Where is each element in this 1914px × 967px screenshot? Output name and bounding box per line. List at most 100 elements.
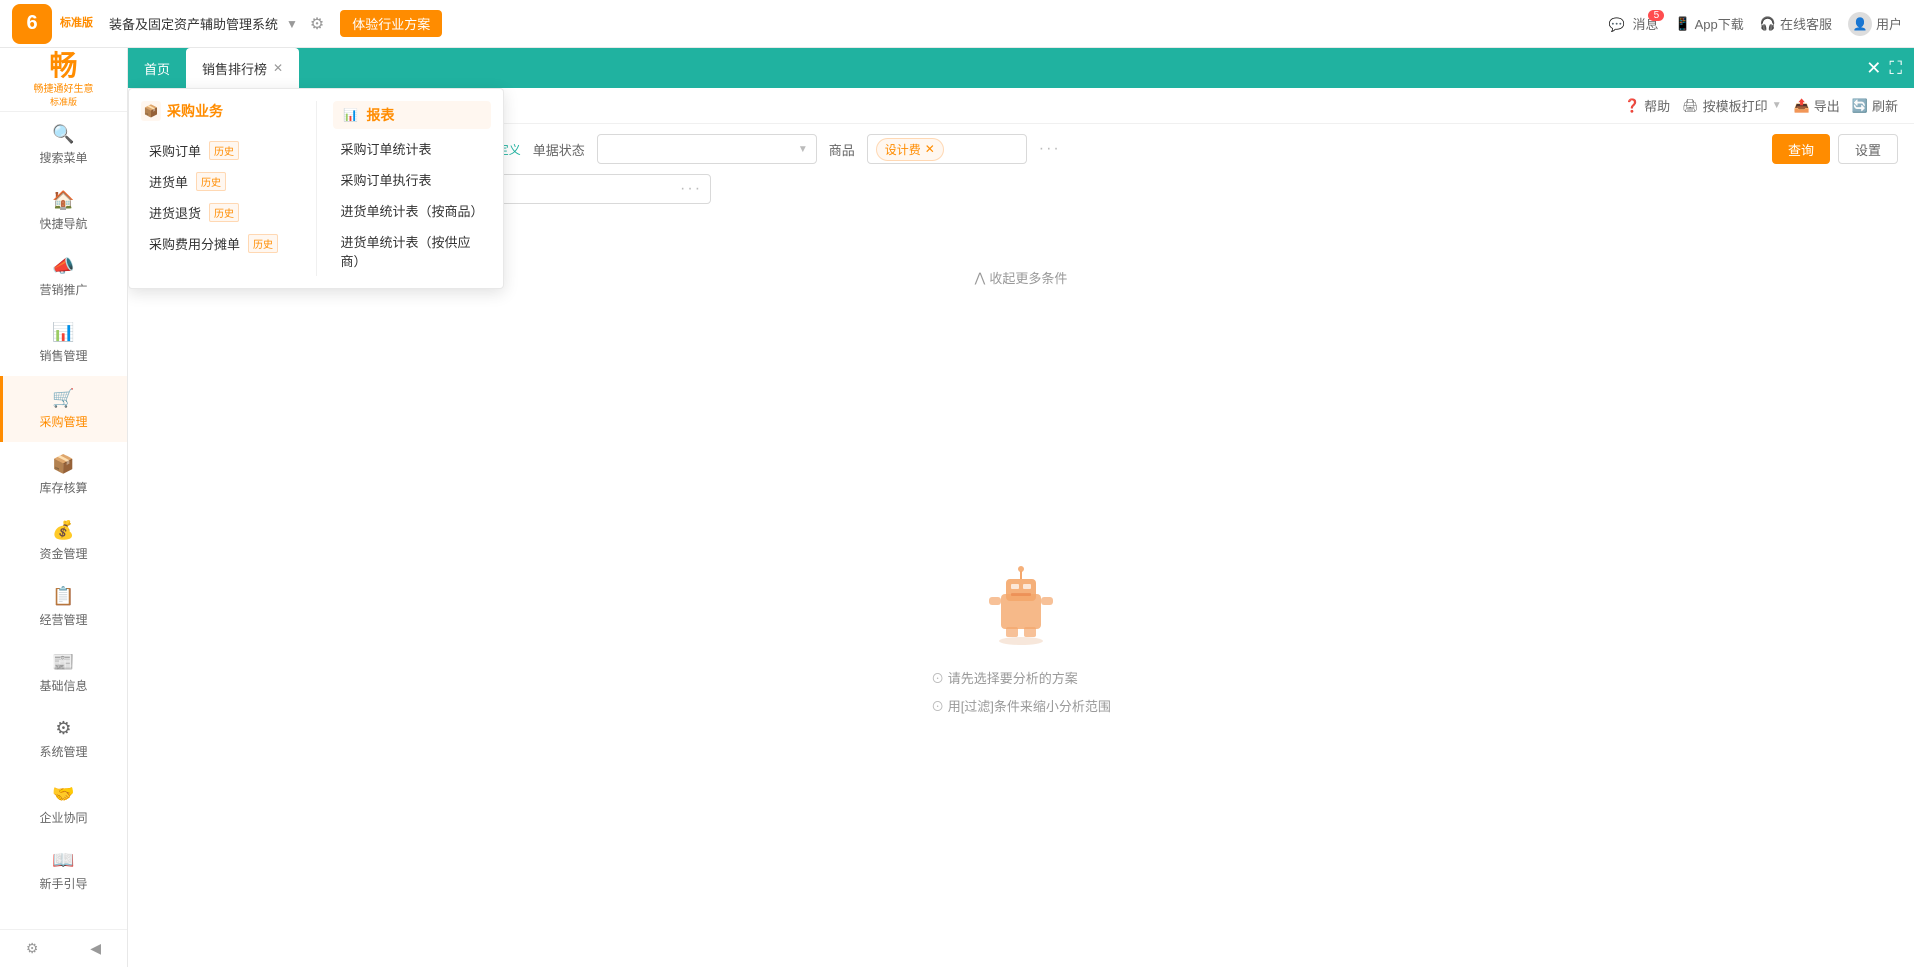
marketing-icon: 📣 — [52, 256, 74, 277]
empty-state: 请先选择要分析的方案 用[过滤]条件来缩小分析范围 — [128, 303, 1914, 967]
main-layout: 畅 畅捷通好生意 标准版 🔍 搜索菜单 🏠 快捷导航 📣 营销推广 📊 销售管理… — [0, 48, 1914, 967]
content-area: 首页 销售排行榜 ✕ ✕ ⛶ ❓ 帮助 🖨 按模板打印 ▼ — [128, 48, 1914, 967]
settings-icon[interactable]: ⚙ — [310, 14, 324, 34]
help-icon: ❓ — [1624, 98, 1640, 114]
sidebar-item-label: 搜索菜单 — [39, 149, 87, 166]
sidebar-collapse-btn[interactable]: ◀ — [90, 940, 101, 957]
sidebar-item-label: 经营管理 — [39, 611, 87, 628]
tab-bar: 首页 销售排行榜 ✕ ✕ ⛶ — [128, 48, 1914, 88]
tab-close-all-icon[interactable]: ✕ — [1866, 58, 1881, 79]
sidebar-item-finance[interactable]: 💰 资金管理 — [0, 508, 127, 574]
home-tab-label: 首页 — [144, 59, 170, 78]
sidebar-item-label: 企业协同 — [39, 809, 87, 826]
empty-illustration — [971, 549, 1071, 649]
search-icon: 🔍 — [52, 124, 74, 145]
purchase-expense-label: 采购费用分摊单 — [149, 234, 240, 253]
tab-sales-rank[interactable]: 销售排行榜 ✕ — [186, 48, 299, 88]
app-logo: 6 — [12, 4, 52, 44]
inventory-icon: 📦 — [52, 454, 74, 475]
dropdown-item-purchase-order[interactable]: 采购订单 历史 — [141, 135, 300, 166]
dropdown-item-stock-in[interactable]: 进货单 历史 — [141, 166, 300, 197]
bill-status-dropdown-icon[interactable]: ▼ — [798, 144, 808, 155]
history-badge-4: 历史 — [248, 234, 278, 253]
tab-close-icon[interactable]: ✕ — [273, 61, 283, 75]
sales-rank-tab-label: 销售排行榜 — [202, 59, 267, 78]
top-bar-left: 6 标准版 装备及固定资产辅助管理系统 ▼ ⚙ 体验行业方案 — [12, 4, 1609, 44]
sidebar-item-basic-info[interactable]: 📰 基础信息 — [0, 640, 127, 706]
history-badge-2: 历史 — [196, 172, 226, 191]
dropdown-item-purchase-expense[interactable]: 采购费用分摊单 历史 — [141, 228, 300, 259]
print-icon: 🖨 — [1682, 98, 1699, 114]
tab-maximize-icon[interactable]: ⛶ — [1889, 58, 1902, 79]
sidebar: 畅 畅捷通好生意 标准版 🔍 搜索菜单 🏠 快捷导航 📣 营销推广 📊 销售管理… — [0, 48, 128, 967]
dropdown-divider — [316, 101, 317, 276]
phone-icon: 📱 — [1674, 16, 1690, 32]
query-btn[interactable]: 查询 — [1772, 134, 1830, 164]
sidebar-settings-btn[interactable]: ⚙ — [26, 940, 39, 957]
export-btn[interactable]: 📤 导出 — [1794, 96, 1840, 115]
collapse-btn[interactable]: ⋀ 收起更多条件 — [975, 260, 1068, 295]
salesperson-more-btn[interactable]: ··· — [680, 180, 702, 198]
sidebar-item-sales[interactable]: 📊 销售管理 — [0, 310, 127, 376]
refresh-btn[interactable]: 🔄 刷新 — [1852, 96, 1898, 115]
goods-label: 商品 — [829, 140, 855, 159]
sidebar-item-purchase[interactable]: 🛒 采购管理 — [0, 376, 127, 442]
sidebar-item-system[interactable]: ⚙ 系统管理 — [0, 706, 127, 772]
system-icon: ⚙ — [55, 718, 71, 739]
top-bar-right: 💬 5 消息 📱 App下载 🎧 在线客服 👤 用户 — [1609, 12, 1902, 36]
dropdown-arrow-icon[interactable]: ▼ — [286, 17, 298, 31]
stock-in-label: 进货单 — [149, 172, 188, 191]
sidebar-logo: 畅 畅捷通好生意 标准版 — [0, 48, 127, 112]
sidebar-item-quick-nav[interactable]: 🏠 快捷导航 — [0, 178, 127, 244]
user-btn[interactable]: 👤 用户 — [1848, 12, 1902, 36]
purchase-col-title: 📦 采购业务 — [141, 101, 300, 127]
empty-hint-1: 请先选择要分析的方案 — [931, 665, 1111, 693]
sidebar-item-marketing[interactable]: 📣 营销推广 — [0, 244, 127, 310]
tab-home[interactable]: 首页 — [128, 48, 186, 88]
help-btn[interactable]: ❓ 帮助 — [1624, 96, 1670, 115]
setting-btn[interactable]: 设置 — [1838, 134, 1898, 164]
report-col-title: 📊 报表 — [333, 101, 492, 129]
message-icon: 💬 — [1609, 17, 1625, 32]
user-avatar: 👤 — [1848, 12, 1872, 36]
purchase-icon: 🛒 — [52, 388, 74, 409]
headset-icon: 🎧 — [1760, 16, 1776, 32]
dropdown-item-stock-in-stats-goods[interactable]: 进货单统计表（按商品） — [333, 195, 492, 226]
sidebar-item-search[interactable]: 🔍 搜索菜单 — [0, 112, 127, 178]
industry-btn[interactable]: 体验行业方案 — [340, 10, 442, 37]
message-badge: 5 — [1648, 10, 1664, 21]
enterprise-icon: 🤝 — [52, 784, 74, 805]
sidebar-item-label: 快捷导航 — [39, 215, 87, 232]
sidebar-item-label: 系统管理 — [39, 743, 87, 760]
print-dropdown-icon[interactable]: ▼ — [1772, 100, 1782, 111]
message-btn[interactable]: 💬 5 消息 — [1609, 14, 1659, 33]
filter-actions: 查询 设置 — [1772, 134, 1898, 164]
stock-in-stats-goods-label: 进货单统计表（按商品） — [341, 201, 484, 220]
stock-in-stats-supplier-label: 进货单统计表（按供应商） — [341, 232, 484, 270]
dropdown-item-purchase-order-exec[interactable]: 采购订单执行表 — [333, 164, 492, 195]
refresh-icon: 🔄 — [1852, 98, 1868, 114]
dropdown-item-stock-in-stats-supplier[interactable]: 进货单统计表（按供应商） — [333, 226, 492, 276]
collapse-up-icon: ⋀ — [975, 270, 986, 286]
app-download-btn[interactable]: 📱 App下载 — [1674, 14, 1743, 33]
history-badge-1: 历史 — [209, 141, 239, 160]
sidebar-item-label: 基础信息 — [39, 677, 87, 694]
export-icon: 📤 — [1794, 98, 1810, 114]
basic-info-icon: 📰 — [52, 652, 74, 673]
sidebar-item-enterprise[interactable]: 🤝 企业协同 — [0, 772, 127, 838]
purchase-order-label: 采购订单 — [149, 141, 201, 160]
sidebar-item-operation[interactable]: 📋 经营管理 — [0, 574, 127, 640]
stock-return-label: 进货退货 — [149, 203, 201, 222]
dropdown-item-stock-return[interactable]: 进货退货 历史 — [141, 197, 300, 228]
dropdown-col-report: 📊 报表 采购订单统计表 采购订单执行表 进货单统计表（按商品） 进货单统计表（… — [321, 101, 504, 276]
report-col-icon: 📊 — [341, 105, 361, 125]
sidebar-item-inventory[interactable]: 📦 库存核算 — [0, 442, 127, 508]
print-btn[interactable]: 🖨 按模板打印 ▼ — [1682, 96, 1781, 115]
sidebar-item-label: 资金管理 — [39, 545, 87, 562]
sidebar-item-newbie[interactable]: 📖 新手引导 — [0, 838, 127, 904]
goods-tag-close[interactable]: ✕ — [925, 142, 935, 156]
goods-more-btn[interactable]: ··· — [1039, 140, 1061, 158]
dropdown-item-purchase-order-stats[interactable]: 采购订单统计表 — [333, 133, 492, 164]
online-service-btn[interactable]: 🎧 在线客服 — [1760, 14, 1832, 33]
tab-bar-actions: ✕ ⛶ — [1866, 58, 1914, 79]
